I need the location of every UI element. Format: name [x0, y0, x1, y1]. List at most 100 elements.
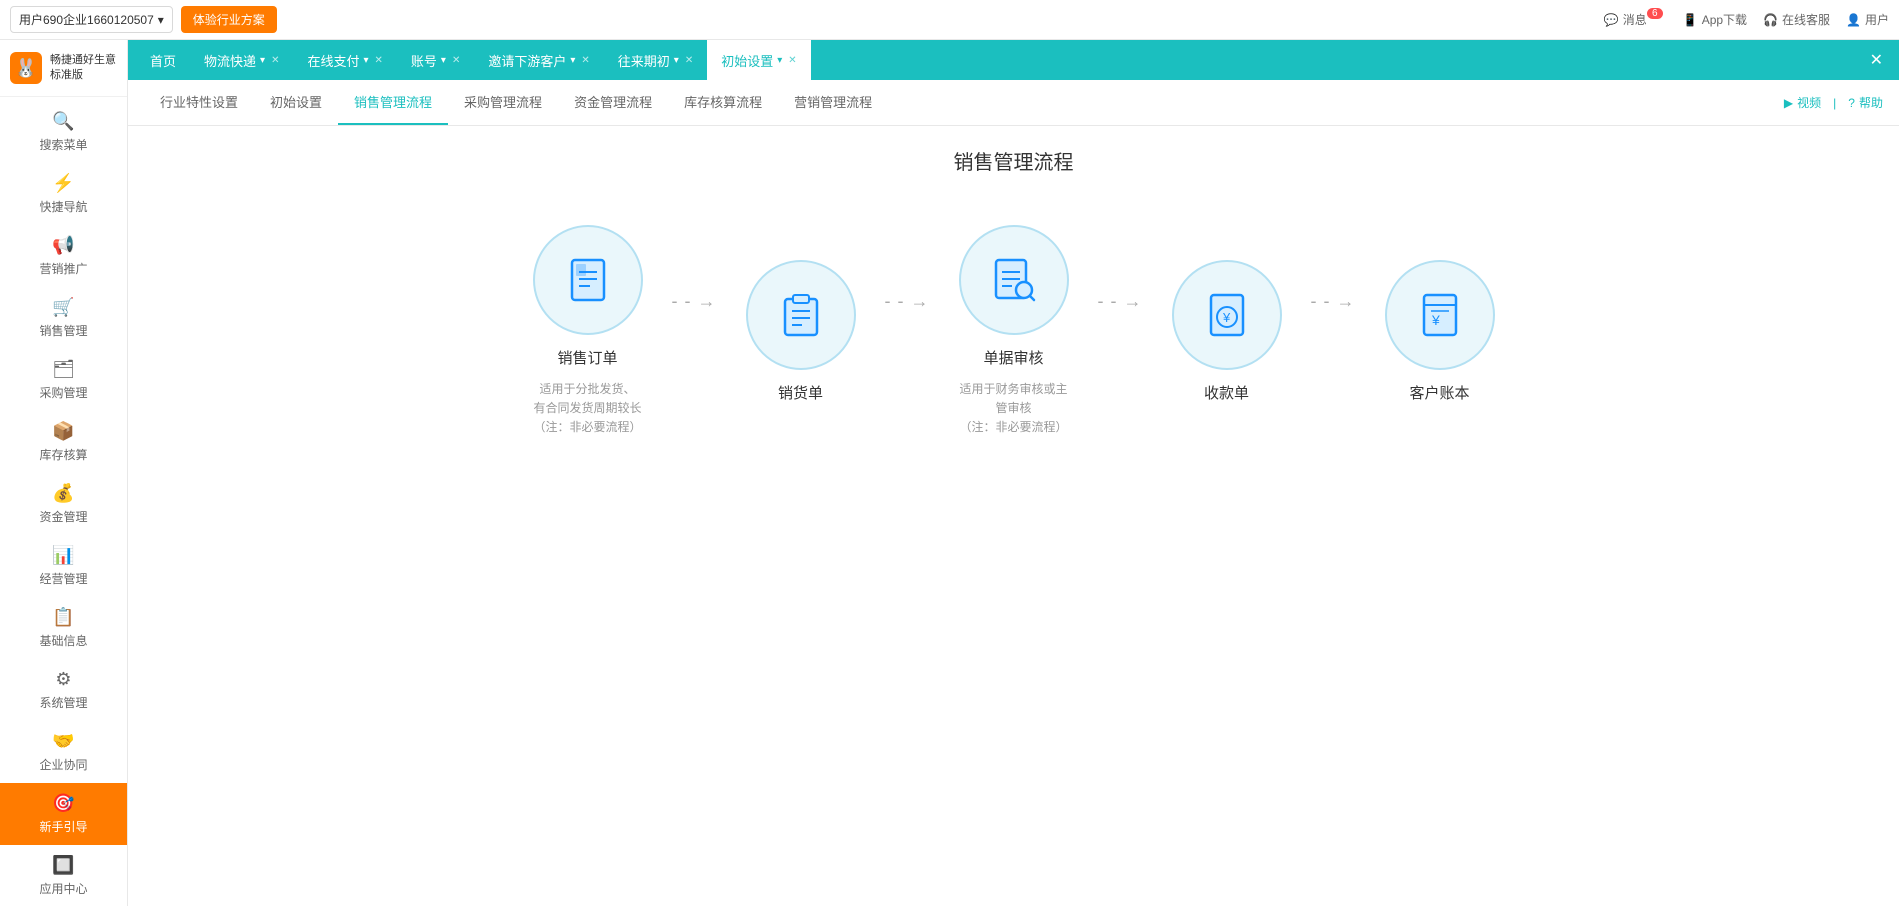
close-tab-icon-account[interactable]: ✕: [452, 55, 460, 66]
system-mgmt-label: 系统管理: [39, 694, 87, 711]
quick-nav-label: 快捷导航: [39, 198, 87, 215]
flow-item-receipt: ¥ 收款单: [1147, 260, 1307, 403]
sidebar-item-enterprise-coop[interactable]: 🤝 企业协同: [0, 721, 127, 783]
sub-tab-init-settings[interactable]: 初始设置: [254, 80, 338, 125]
nav-tab-init-settings[interactable]: 初始设置▾✕: [707, 40, 810, 80]
sidebar-item-app-center[interactable]: 🔲 应用中心: [0, 845, 127, 906]
user-selector[interactable]: 用户690企业1660120507 ▾: [10, 6, 173, 33]
nav-tab-label-payment: 在线支付: [307, 51, 359, 70]
online-service-label: 在线客服: [1782, 11, 1830, 28]
flow-label-sales-invoice: 销货单: [778, 382, 823, 403]
video-help-item[interactable]: ▶ 视频: [1784, 94, 1821, 111]
sidebar-logo: 🐰 畅捷通好生意 标准版: [0, 40, 127, 97]
online-service-item[interactable]: 🎧 在线客服: [1763, 11, 1830, 28]
sidebar-item-quick-nav[interactable]: ⚡ 快捷导航: [0, 163, 127, 225]
help-label: 帮助: [1859, 94, 1883, 111]
nav-tab-label-opening-period: 往来期初: [618, 51, 670, 70]
close-tab-icon-logistics[interactable]: ✕: [271, 55, 279, 66]
sidebar-item-inventory[interactable]: 📦 库存核算: [0, 411, 127, 473]
video-label: 视频: [1797, 94, 1821, 111]
nav-tab-label-home: 首页: [150, 51, 176, 70]
app-download-item[interactable]: 📱 App下载: [1683, 11, 1747, 28]
sub-tab-industry-settings[interactable]: 行业特性设置: [144, 80, 254, 125]
sidebar-item-basic-info[interactable]: 📋 基础信息: [0, 597, 127, 659]
app-center-icon: 🔲: [52, 855, 74, 876]
flow-circle-sales-invoice: [746, 260, 856, 370]
sub-tab-purchase-flow[interactable]: 采购管理流程: [448, 80, 558, 125]
nav-tab-account[interactable]: 账号▾✕: [397, 40, 474, 80]
sub-tab-inventory-flow[interactable]: 库存核算流程: [668, 80, 778, 125]
close-tab-icon-init-settings[interactable]: ✕: [788, 55, 796, 66]
sub-tab-marketing-flow[interactable]: 营销管理流程: [778, 80, 888, 125]
chevron-down-icon: ▾: [363, 55, 368, 66]
flow-label-document-review: 单据审核: [983, 347, 1043, 368]
sidebar-item-sales-mgmt[interactable]: 🛒 销售管理: [0, 287, 127, 349]
flow-arrow-1: - - →: [672, 291, 717, 312]
basic-info-label: 基础信息: [39, 632, 87, 649]
user-menu-item[interactable]: 👤 用户: [1846, 11, 1889, 28]
nav-tab-home[interactable]: 首页: [136, 40, 190, 80]
sidebar-item-system-mgmt[interactable]: ⚙ 系统管理: [0, 659, 127, 721]
messages-item[interactable]: 💬 消息 6: [1604, 11, 1667, 28]
new-guide-icon: 🎯: [52, 793, 74, 814]
flow-circle-document-review: [959, 225, 1069, 335]
question-icon: ?: [1848, 96, 1855, 110]
sub-tab-sales-flow[interactable]: 销售管理流程: [338, 80, 448, 125]
nav-tab-invite-customer[interactable]: 邀请下游客户▾✕: [474, 40, 603, 80]
new-guide-label: 新手引导: [39, 818, 87, 835]
play-icon: ▶: [1784, 96, 1793, 110]
flow-item-document-review: 单据审核适用于财务审核或主 管审核 （注：非必要流程）: [934, 225, 1094, 438]
user-selector-label: 用户690企业1660120507: [19, 11, 154, 28]
enterprise-coop-label: 企业协同: [39, 756, 87, 773]
page-content: 销售管理流程 销售订单适用于分批发货、 有合同发货周期较长 （注：非必要流程）-…: [128, 126, 1899, 906]
nav-tab-payment[interactable]: 在线支付 ▾ ✕: [293, 40, 396, 80]
top-bar-right: 💬 消息 6 📱 App下载 🎧 在线客服 👤 用户: [1604, 11, 1889, 28]
flow-desc-sales-order: 适用于分批发货、 有合同发货周期较长 （注：非必要流程）: [533, 380, 641, 438]
app-download-label: App下载: [1702, 11, 1747, 28]
nav-close-right[interactable]: ✕: [1862, 50, 1891, 70]
logo-icon: 🐰: [10, 52, 42, 84]
sidebar-item-purchase-mgmt[interactable]: 🗂 采购管理: [0, 349, 127, 411]
close-tab-icon-payment[interactable]: ✕: [375, 55, 383, 66]
logo-line1: 畅捷通好生意: [50, 53, 116, 68]
system-mgmt-icon: ⚙: [55, 669, 71, 690]
flow-circle-customer-account: ¥: [1385, 260, 1495, 370]
sidebar-item-marketing-promo[interactable]: 📢 营销推广: [0, 225, 127, 287]
nav-tab-logistics[interactable]: 物流快递▾✕: [190, 40, 293, 80]
help-item[interactable]: ? 帮助: [1848, 94, 1883, 111]
quick-nav-icon: ⚡: [52, 173, 74, 194]
close-tab-icon-invite-customer[interactable]: ✕: [581, 55, 589, 66]
basic-info-icon: 📋: [52, 607, 74, 628]
nav-tab-opening-period[interactable]: 往来期初 ▾ ✕: [604, 40, 707, 80]
search-label: 搜索菜单: [39, 136, 87, 153]
search-icon: 🔍: [52, 111, 74, 132]
sub-tabs: 行业特性设置初始设置销售管理流程采购管理流程资金管理流程库存核算流程营销管理流程…: [128, 80, 1899, 126]
flow-label-sales-order: 销售订单: [557, 347, 617, 368]
sidebar-item-new-guide[interactable]: 🎯 新手引导: [0, 783, 127, 845]
logo-line2: 标准版: [50, 68, 116, 83]
flow-circle-sales-order: [533, 225, 643, 335]
experience-btn[interactable]: 体验行业方案: [181, 6, 277, 33]
enterprise-coop-icon: 🤝: [52, 731, 74, 752]
sub-tab-finance-flow[interactable]: 资金管理流程: [558, 80, 668, 125]
flow-item-sales-order: 销售订单适用于分批发货、 有合同发货周期较长 （注：非必要流程）: [508, 225, 668, 438]
close-tab-icon-opening-period[interactable]: ✕: [685, 55, 693, 66]
sidebar-item-business-mgmt[interactable]: 📊 经营管理: [0, 535, 127, 597]
sidebar-item-search[interactable]: 🔍 搜索菜单: [0, 101, 127, 163]
inventory-label: 库存核算: [39, 446, 87, 463]
inventory-icon: 📦: [52, 421, 74, 442]
chevron-down-icon: ▾: [674, 55, 679, 66]
sidebar-item-finance-mgmt[interactable]: 💰 资金管理: [0, 473, 127, 535]
marketing-promo-icon: 📢: [52, 235, 74, 256]
app-center-label: 应用中心: [39, 880, 87, 897]
business-mgmt-label: 经营管理: [39, 570, 87, 587]
flow-arrow-3: - - →: [1098, 291, 1143, 312]
flow-item-customer-account: ¥ 客户账本: [1360, 260, 1520, 403]
sub-tabs-right: ▶ 视频 | ? 帮助: [1784, 94, 1883, 111]
nav-tabs: 首页物流快递▾✕在线支付▾✕账号▾✕邀请下游客户▾✕往来期初▾✕初始设置▾✕✕: [128, 40, 1899, 80]
svg-text:¥: ¥: [1431, 312, 1440, 328]
avatar-icon: 👤: [1846, 13, 1861, 27]
finance-mgmt-label: 资金管理: [39, 508, 87, 525]
purchase-mgmt-label: 采购管理: [39, 384, 87, 401]
logo-text: 畅捷通好生意 标准版: [50, 53, 116, 84]
